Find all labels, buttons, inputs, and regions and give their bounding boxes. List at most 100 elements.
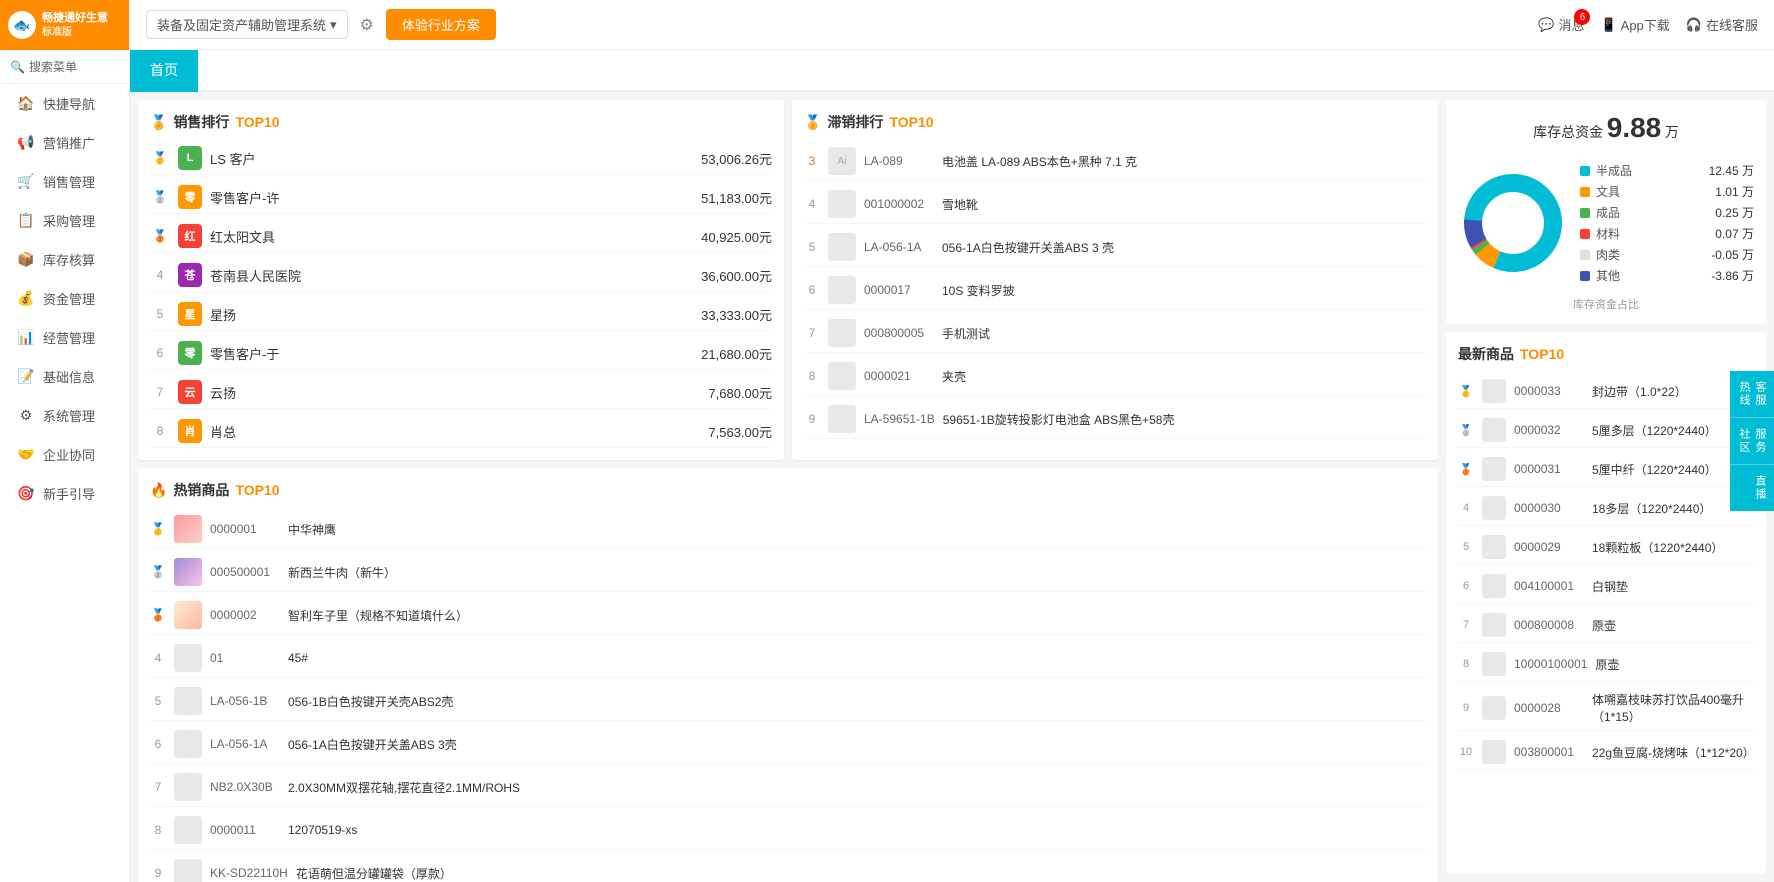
- product-thumb: [174, 644, 202, 672]
- sidebar-item-system[interactable]: ⚙ 系统管理: [0, 396, 129, 435]
- product-item: 4 01 45#: [150, 639, 1426, 678]
- sidebar-item-guide[interactable]: 🎯 新手引导: [0, 474, 129, 513]
- new-product-item: 🥉 0000031 5厘中纤（1220*2440）: [1458, 452, 1754, 487]
- logo-text: 畅捷通好生意 标准版: [42, 11, 108, 38]
- ranking-item: 7 云 云扬 7,680.00元: [150, 376, 772, 409]
- product-thumb: [1482, 379, 1506, 403]
- product-thumb: [1482, 535, 1506, 559]
- content-tabs: 首页: [130, 50, 1774, 92]
- messages-button[interactable]: 💬 消息 6: [1538, 15, 1584, 34]
- sidebar-item-finance[interactable]: 💰 资金管理: [0, 279, 129, 318]
- sidebar-item-quicknav[interactable]: 🏠 快捷导航: [0, 84, 129, 123]
- new-products-title: 最新商品 TOP10: [1458, 344, 1754, 364]
- collab-icon: 🤝: [17, 446, 35, 463]
- product-thumb: [174, 687, 202, 715]
- sales-ranking-title: 🏅 销售排行 TOP10: [150, 112, 772, 132]
- app-download-button[interactable]: 📱 App下载: [1600, 15, 1669, 34]
- hot-products-list: 🥇 0000001 中华神鹰 🥈 000500001 新西兰牛肉（新牛） 🥉: [150, 510, 1426, 882]
- new-product-item: 5 0000029 18颗粒板（1220*2440）: [1458, 530, 1754, 565]
- product-item: 4 001000002 雪地靴: [804, 185, 1426, 224]
- sidebar-item-purchase[interactable]: 📋 采购管理: [0, 201, 129, 240]
- content-area: 🏅 销售排行 TOP10 🥇 L LS 客户 53,006.26元 🥈: [130, 92, 1774, 882]
- legend-item: 半成品 12.45 万: [1580, 162, 1754, 179]
- product-item: 8 0000011 12070519-xs: [150, 811, 1426, 850]
- product-item: 🥈 000500001 新西兰牛肉（新牛）: [150, 553, 1426, 592]
- product-thumb: [1482, 418, 1506, 442]
- fire-icon: 🔥: [150, 482, 167, 499]
- topbar-right: 💬 消息 6 📱 App下载 🎧 在线客服: [1538, 15, 1758, 34]
- float-btn-service[interactable]: 客服热线: [1730, 371, 1774, 418]
- new-product-item: 🥇 0000033 封边带（1.0*22）: [1458, 374, 1754, 409]
- online-service-button[interactable]: 🎧 在线客服: [1686, 15, 1758, 34]
- new-product-item: 9 0000028 体嗍嘉枝味苏打饮品400毫升（1*15）: [1458, 686, 1754, 731]
- legend-dot: [1580, 250, 1590, 260]
- avatar: 肖: [178, 419, 202, 443]
- system-selector[interactable]: 装备及固定资产辅助管理系统 ▾: [146, 10, 348, 39]
- product-thumb: [1482, 613, 1506, 637]
- legend-dot: [1580, 229, 1590, 239]
- product-item: 5 LA-056-1B 056-1B白色按键开关壳ABS2壳: [150, 682, 1426, 721]
- inventory-card: 库存总资金 9.88 万: [1446, 100, 1766, 324]
- trial-button[interactable]: 体验行业方案: [386, 9, 496, 40]
- sidebar-item-operation[interactable]: 📊 经营管理: [0, 318, 129, 357]
- product-thumb: [1482, 696, 1506, 720]
- avatar: 零: [178, 341, 202, 365]
- inventory-total: 库存总资金 9.88 万: [1458, 112, 1754, 144]
- inventory-icon: 📦: [17, 251, 35, 268]
- tab-home[interactable]: 首页: [130, 50, 198, 92]
- new-product-item: 4 0000030 18多层（1220*2440）: [1458, 491, 1754, 526]
- topbar: 装备及固定资产辅助管理系统 ▾ ⚙ 体验行业方案 💬 消息 6 📱 App下载 …: [130, 0, 1774, 50]
- new-product-item: 6 004100001 白钢垫: [1458, 569, 1754, 604]
- product-thumb: [174, 601, 202, 629]
- legend-item: 成品 0.25 万: [1580, 204, 1754, 221]
- sales-icon: 🛒: [17, 173, 35, 190]
- product-thumb: [1482, 652, 1506, 676]
- guide-icon: 🎯: [17, 485, 35, 502]
- product-item: 🥇 0000001 中华神鹰: [150, 510, 1426, 549]
- float-btn-live[interactable]: 直播: [1730, 465, 1774, 511]
- marketing-icon: 📢: [17, 134, 35, 151]
- settings-icon[interactable]: ⚙: [360, 15, 374, 35]
- avatar: 星: [178, 302, 202, 326]
- ranking-item: 4 苍 苍南县人民医院 36,600.00元: [150, 259, 772, 292]
- sidebar-item-basic-info[interactable]: 📝 基础信息: [0, 357, 129, 396]
- sidebar-item-collab[interactable]: 🤝 企业协同: [0, 435, 129, 474]
- unsold-ranking-card: 🏅 滞销排行 TOP10 3 Ai LA-089 电池盖 LA-089 ABS本…: [792, 100, 1438, 460]
- product-thumb: [828, 405, 856, 433]
- sidebar-item-sales[interactable]: 🛒 销售管理: [0, 162, 129, 201]
- operation-icon: 📊: [17, 329, 35, 346]
- avatar: 零: [178, 185, 202, 209]
- sales-ranking-card: 🏅 销售排行 TOP10 🥇 L LS 客户 53,006.26元 🥈: [138, 100, 784, 460]
- sidebar-item-inventory[interactable]: 📦 库存核算: [0, 240, 129, 279]
- search-menu-button[interactable]: 🔍 搜索菜单: [10, 58, 119, 75]
- basic-info-icon: 📝: [17, 368, 35, 385]
- ranking-item: 8 肖 肖总 7,563.00元: [150, 415, 772, 448]
- sidebar-search[interactable]: 🔍 搜索菜单: [0, 50, 129, 84]
- product-thumb: [1482, 740, 1506, 764]
- product-item: 5 LA-056-1A 056-1A白色按键开关盖ABS 3 壳: [804, 228, 1426, 267]
- system-icon: ⚙: [17, 407, 35, 424]
- home-icon: 🏠: [17, 95, 35, 112]
- inventory-legend: 半成品 12.45 万 文具 1.01 万 成品 0.25 万: [1580, 162, 1754, 284]
- legend-item: 文具 1.01 万: [1580, 183, 1754, 200]
- product-thumb: [1482, 574, 1506, 598]
- product-item: 🥉 0000002 智利车子里（规格不知道填什么）: [150, 596, 1426, 635]
- ranking-item: 🥇 L LS 客户 53,006.26元: [150, 142, 772, 175]
- product-thumb: [174, 515, 202, 543]
- float-btn-community[interactable]: 服务社区: [1730, 418, 1774, 465]
- legend-item: 其他 -3.86 万: [1580, 267, 1754, 284]
- sidebar-item-marketing[interactable]: 📢 营销推广: [0, 123, 129, 162]
- product-thumb: [174, 730, 202, 758]
- medal-icon: 🏅: [804, 114, 821, 131]
- middle-section: 🏅 销售排行 TOP10 🥇 L LS 客户 53,006.26元 🥈: [138, 100, 1438, 874]
- product-thumb: [828, 362, 856, 390]
- new-product-item: 10 003800001 22g鱼豆腐-烧烤味（1*12*20）: [1458, 735, 1754, 770]
- ranking-item: 5 星 星扬 33,333.00元: [150, 298, 772, 331]
- product-item: 7 NB2.0X30B 2.0X30MM双摆花轴,摆花直径2.1MM/ROHS: [150, 768, 1426, 807]
- product-thumb: [174, 558, 202, 586]
- sidebar: 🐟 畅捷通好生意 标准版 🔍 搜索菜单 🏠 快捷导航 📢 营销推广 🛒 销售管理…: [0, 0, 130, 882]
- medal-icon: 🏅: [150, 114, 167, 131]
- hot-products-card: 🔥 热销商品 TOP10 🥇 0000001 中华神鹰 🥈 000500001: [138, 468, 1438, 882]
- product-item: 6 LA-056-1A 056-1A白色按键开关盖ABS 3壳: [150, 725, 1426, 764]
- product-thumb: Ai: [828, 147, 856, 175]
